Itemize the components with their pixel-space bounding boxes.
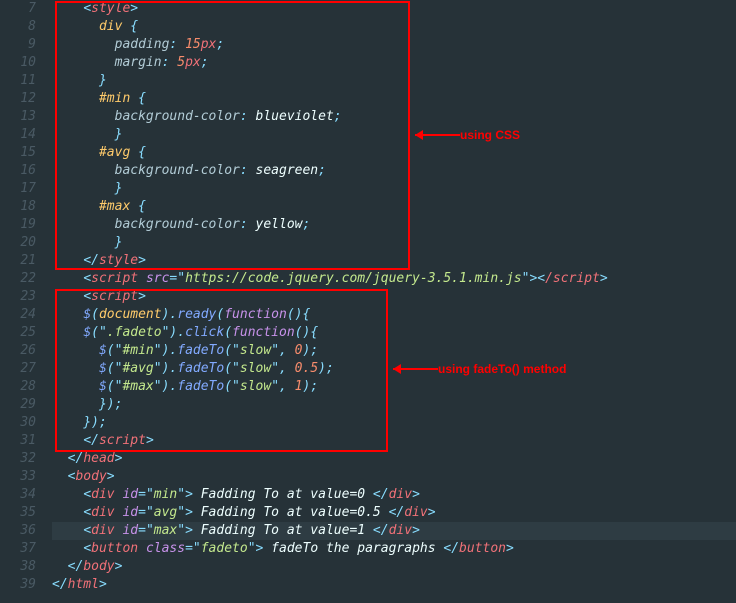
- annotation-label: using CSS: [460, 128, 520, 142]
- line-number: 9: [0, 36, 36, 54]
- line-number: 36: [0, 522, 36, 540]
- code-line[interactable]: </body>: [52, 558, 736, 576]
- line-number: 19: [0, 216, 36, 234]
- line-number: 7: [0, 0, 36, 18]
- annotation-arrow-fadeto: using fadeTo() method: [393, 362, 566, 376]
- line-number: 35: [0, 504, 36, 522]
- line-number: 10: [0, 54, 36, 72]
- line-number: 8: [0, 18, 36, 36]
- code-line[interactable]: <div id="avg"> Fadding To at value=0.5 <…: [52, 504, 736, 522]
- line-number: 12: [0, 90, 36, 108]
- arrow-head-icon: [393, 364, 401, 374]
- line-number: 24: [0, 306, 36, 324]
- line-number: 39: [0, 576, 36, 594]
- code-line[interactable]: <script src="https://code.jquery.com/jqu…: [52, 270, 736, 288]
- line-number: 26: [0, 342, 36, 360]
- arrow-head-icon: [415, 130, 423, 140]
- line-number: 32: [0, 450, 36, 468]
- line-number: 29: [0, 396, 36, 414]
- line-number: 25: [0, 324, 36, 342]
- code-line[interactable]: <body>: [52, 468, 736, 486]
- annotation-box-fadeto: [55, 289, 388, 452]
- line-number-gutter: 7 8 9 10 11 12 13 14 15 16 17 18 19 20 2…: [0, 0, 48, 594]
- code-line[interactable]: </html>: [52, 576, 736, 594]
- line-number: 16: [0, 162, 36, 180]
- line-number: 30: [0, 414, 36, 432]
- line-number: 11: [0, 72, 36, 90]
- code-line[interactable]: <button class="fadeto"> fadeTo the parag…: [52, 540, 736, 558]
- line-number: 15: [0, 144, 36, 162]
- line-number: 34: [0, 486, 36, 504]
- line-number: 31: [0, 432, 36, 450]
- line-number: 20: [0, 234, 36, 252]
- annotation-box-css: [55, 1, 410, 270]
- code-line[interactable]: </head>: [52, 450, 736, 468]
- line-number: 38: [0, 558, 36, 576]
- line-number: 22: [0, 270, 36, 288]
- line-number: 21: [0, 252, 36, 270]
- annotation-label: using fadeTo() method: [438, 362, 566, 376]
- line-number: 27: [0, 360, 36, 378]
- annotation-arrow-css: using CSS: [415, 128, 520, 142]
- line-number: 18: [0, 198, 36, 216]
- line-number: 14: [0, 126, 36, 144]
- code-line[interactable]: <div id="min"> Fadding To at value=0 </d…: [52, 486, 736, 504]
- line-number: 13: [0, 108, 36, 126]
- line-number: 23: [0, 288, 36, 306]
- line-number: 28: [0, 378, 36, 396]
- code-line[interactable]: <div id="max"> Fadding To at value=1 </d…: [52, 522, 736, 540]
- line-number: 37: [0, 540, 36, 558]
- line-number: 33: [0, 468, 36, 486]
- line-number: 17: [0, 180, 36, 198]
